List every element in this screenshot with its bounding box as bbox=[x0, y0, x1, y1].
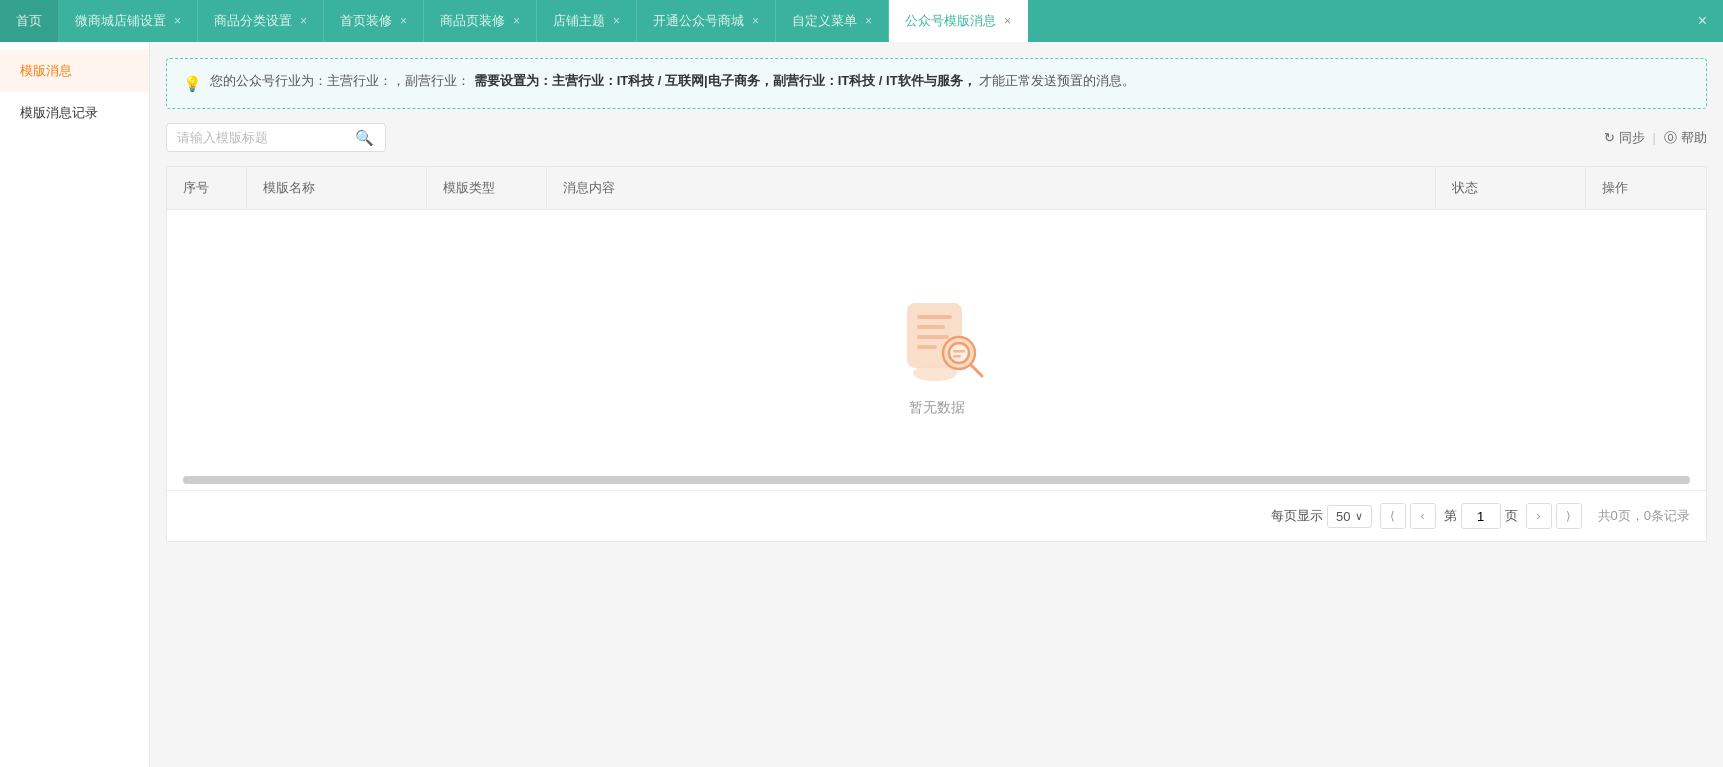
page-nav-next: › ⟩ bbox=[1526, 503, 1582, 529]
sidebar-item-template-msg[interactable]: 模版消息 bbox=[0, 50, 149, 92]
col-content: 消息内容 bbox=[547, 167, 1436, 209]
chevron-down-icon: ∨ bbox=[1355, 510, 1363, 523]
close-tab-shop-theme[interactable]: × bbox=[613, 14, 620, 28]
col-index: 序号 bbox=[167, 167, 247, 209]
svg-rect-4 bbox=[917, 335, 949, 339]
close-tab-template-msg[interactable]: × bbox=[1004, 14, 1011, 28]
next-page-button[interactable]: › bbox=[1526, 503, 1552, 529]
total-info: 共0页，0条记录 bbox=[1598, 507, 1690, 525]
notice-banner: 💡 您的公众号行业为：主营行业：，副营行业： 需要设置为：主营行业：IT科技 /… bbox=[166, 58, 1707, 109]
sync-button[interactable]: ↻ 同步 bbox=[1604, 129, 1645, 147]
refresh-icon: ↻ bbox=[1604, 130, 1615, 145]
svg-rect-2 bbox=[917, 315, 952, 319]
close-all-button[interactable]: × bbox=[1682, 12, 1723, 30]
svg-rect-11 bbox=[953, 355, 961, 358]
empty-illustration bbox=[887, 283, 987, 383]
page-input-wrap: 第 页 bbox=[1444, 503, 1518, 529]
svg-line-9 bbox=[971, 365, 982, 376]
table-header: 序号 模版名称 模版类型 消息内容 状态 操作 bbox=[167, 167, 1706, 210]
scrollbar-thumb[interactable] bbox=[183, 476, 1690, 484]
horizontal-scrollbar[interactable] bbox=[183, 476, 1690, 484]
col-status: 状态 bbox=[1436, 167, 1586, 209]
scrollbar-area bbox=[167, 470, 1706, 490]
tab-category-setting[interactable]: 商品分类设置 × bbox=[198, 0, 324, 42]
empty-state: 暂无数据 bbox=[167, 210, 1706, 470]
prev-page-button[interactable]: ‹ bbox=[1410, 503, 1436, 529]
svg-rect-3 bbox=[917, 325, 945, 329]
svg-rect-5 bbox=[917, 345, 937, 349]
notice-text: 您的公众号行业为：主营行业：，副营行业： 需要设置为：主营行业：IT科技 / 互… bbox=[210, 71, 1135, 92]
search-input-wrap: 🔍 bbox=[166, 123, 386, 152]
search-button[interactable]: 🔍 bbox=[347, 129, 382, 147]
empty-text: 暂无数据 bbox=[909, 399, 965, 417]
close-tab-open-mall[interactable]: × bbox=[752, 14, 759, 28]
search-actions: ↻ 同步 | ⓪ 帮助 bbox=[1604, 129, 1707, 147]
tab-custom-menu[interactable]: 自定义菜单 × bbox=[776, 0, 889, 42]
page-size-dropdown[interactable]: 50 ∨ bbox=[1327, 505, 1371, 528]
close-tab-category-setting[interactable]: × bbox=[300, 14, 307, 28]
pagination: 每页显示 50 ∨ ⟨ ‹ 第 页 bbox=[167, 490, 1706, 541]
content-area: 💡 您的公众号行业为：主营行业：，副营行业： 需要设置为：主营行业：IT科技 /… bbox=[150, 42, 1723, 767]
close-tab-custom-menu[interactable]: × bbox=[865, 14, 872, 28]
col-type: 模版类型 bbox=[427, 167, 547, 209]
page-number-input[interactable] bbox=[1461, 503, 1501, 529]
prev-page-icon: ‹ bbox=[1421, 509, 1425, 523]
tab-open-mall[interactable]: 开通公众号商城 × bbox=[637, 0, 776, 42]
page-nav: ⟨ ‹ bbox=[1380, 503, 1436, 529]
svg-rect-10 bbox=[953, 350, 965, 353]
tab-bar: 首页 微商城店铺设置 × 商品分类设置 × 首页装修 × 商品页装修 × 店铺主… bbox=[0, 0, 1723, 42]
tab-home[interactable]: 首页 bbox=[0, 0, 59, 42]
col-name: 模版名称 bbox=[247, 167, 427, 209]
help-icon: ⓪ bbox=[1664, 129, 1677, 147]
search-bar: 🔍 ↻ 同步 | ⓪ 帮助 bbox=[166, 123, 1707, 152]
tab-home-decoration[interactable]: 首页装修 × bbox=[324, 0, 424, 42]
tab-shop-theme[interactable]: 店铺主题 × bbox=[537, 0, 637, 42]
last-page-icon: ⟩ bbox=[1566, 509, 1571, 523]
divider: | bbox=[1653, 130, 1656, 145]
tab-product-decoration[interactable]: 商品页装修 × bbox=[424, 0, 537, 42]
close-tab-shop-setting[interactable]: × bbox=[174, 14, 181, 28]
first-page-button[interactable]: ⟨ bbox=[1380, 503, 1406, 529]
tab-template-msg[interactable]: 公众号模版消息 × bbox=[889, 0, 1028, 42]
col-action: 操作 bbox=[1586, 167, 1706, 209]
help-button[interactable]: ⓪ 帮助 bbox=[1664, 129, 1707, 147]
first-page-icon: ⟨ bbox=[1390, 509, 1395, 523]
close-tab-product-decoration[interactable]: × bbox=[513, 14, 520, 28]
sidebar: 模版消息 模版消息记录 bbox=[0, 42, 150, 767]
sidebar-item-template-msg-record[interactable]: 模版消息记录 bbox=[0, 92, 149, 134]
bulb-icon: 💡 bbox=[183, 72, 202, 96]
page-size-select: 每页显示 50 ∨ bbox=[1271, 505, 1371, 528]
last-page-button[interactable]: ⟩ bbox=[1556, 503, 1582, 529]
search-input[interactable] bbox=[167, 124, 347, 151]
next-page-icon: › bbox=[1537, 509, 1541, 523]
main-layout: 模版消息 模版消息记录 💡 您的公众号行业为：主营行业：，副营行业： 需要设置为… bbox=[0, 42, 1723, 767]
close-tab-home-decoration[interactable]: × bbox=[400, 14, 407, 28]
tab-shop-setting[interactable]: 微商城店铺设置 × bbox=[59, 0, 198, 42]
data-table: 序号 模版名称 模版类型 消息内容 状态 操作 bbox=[166, 166, 1707, 542]
